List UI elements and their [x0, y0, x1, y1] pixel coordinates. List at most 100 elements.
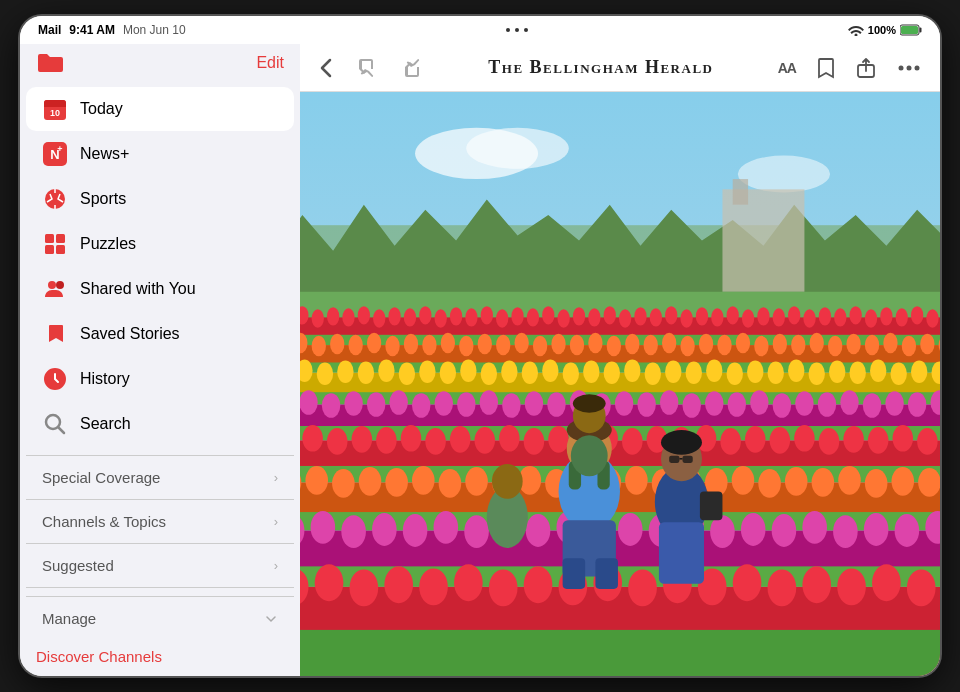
- notifications-email-link[interactable]: Notifications & Email: [20, 673, 300, 676]
- today-icon: 10: [42, 96, 68, 122]
- svg-point-53: [573, 307, 585, 325]
- svg-point-109: [791, 335, 805, 355]
- svg-point-141: [686, 361, 702, 384]
- article-area: The Bellingham Herald AA: [300, 44, 940, 676]
- svg-point-164: [435, 391, 453, 416]
- svg-point-209: [745, 426, 765, 453]
- svg-rect-5: [44, 104, 66, 107]
- manage-header[interactable]: Manage: [26, 596, 294, 640]
- svg-point-114: [883, 333, 897, 353]
- sidebar-header: Edit: [20, 44, 300, 86]
- wifi-icon: [848, 24, 864, 36]
- back-button[interactable]: [316, 54, 336, 82]
- svg-point-308: [661, 430, 702, 455]
- svg-point-222: [332, 469, 355, 498]
- sidebar-item-channels-topics[interactable]: Channels & Topics ›: [26, 499, 294, 543]
- more-options-button[interactable]: [894, 61, 924, 75]
- svg-point-145: [768, 361, 784, 384]
- svg-point-160: [344, 391, 362, 416]
- svg-point-211: [794, 425, 814, 452]
- svg-point-150: [870, 359, 886, 382]
- svg-point-283: [628, 569, 657, 606]
- svg-point-214: [868, 427, 888, 454]
- svg-rect-2: [901, 26, 918, 34]
- sidebar-item-puzzles[interactable]: Puzzles: [26, 222, 294, 266]
- svg-point-139: [645, 362, 661, 385]
- font-size-button[interactable]: AA: [774, 56, 800, 80]
- svg-point-168: [525, 391, 543, 416]
- svg-point-161: [367, 392, 385, 417]
- edit-button[interactable]: Edit: [256, 54, 284, 72]
- svg-point-304: [573, 394, 606, 412]
- publication-title: The Bellingham Herald: [488, 57, 713, 78]
- svg-rect-310: [682, 456, 692, 463]
- svg-point-237: [732, 466, 755, 495]
- sidebar-item-saved[interactable]: Saved Stories: [26, 312, 294, 356]
- svg-point-57: [634, 307, 646, 325]
- svg-point-140: [665, 360, 681, 383]
- svg-point-212: [819, 428, 839, 455]
- svg-rect-306: [659, 522, 704, 583]
- svg-point-126: [378, 359, 394, 382]
- svg-point-176: [705, 391, 723, 416]
- svg-point-67: [788, 306, 800, 324]
- svg-point-116: [920, 334, 934, 354]
- svg-point-90: [441, 333, 455, 353]
- svg-point-125: [358, 361, 374, 384]
- sidebar-item-today[interactable]: 10 Today: [26, 87, 294, 131]
- like-button[interactable]: [398, 53, 428, 83]
- svg-point-185: [908, 392, 926, 417]
- share-button[interactable]: [852, 53, 880, 83]
- sidebar-item-shared[interactable]: Shared with You: [26, 267, 294, 311]
- svg-point-266: [833, 515, 858, 548]
- svg-point-265: [802, 511, 827, 544]
- svg-point-135: [563, 362, 579, 385]
- dot1: [506, 28, 510, 32]
- svg-point-179: [773, 393, 791, 418]
- svg-point-239: [785, 467, 808, 496]
- sidebar-item-newsplus[interactable]: N + News+: [26, 132, 294, 176]
- svg-point-15: [48, 281, 56, 289]
- svg-point-38: [342, 308, 354, 326]
- sidebar-item-suggested[interactable]: Suggested ›: [26, 543, 294, 588]
- chevron-icon: ›: [274, 558, 278, 573]
- svg-point-162: [389, 390, 407, 415]
- svg-point-280: [524, 566, 553, 603]
- status-right: 100%: [848, 24, 922, 36]
- search-nav-icon: [42, 411, 68, 437]
- svg-point-182: [840, 390, 858, 415]
- svg-point-40: [373, 309, 385, 327]
- svg-point-51: [542, 306, 554, 324]
- discover-channels-link[interactable]: Discover Channels: [20, 640, 300, 673]
- svg-point-223: [359, 467, 382, 496]
- suggested-label: Suggested: [42, 557, 114, 574]
- dislike-button[interactable]: [352, 53, 382, 83]
- sidebar-item-history[interactable]: History: [26, 357, 294, 401]
- svg-point-97: [570, 335, 584, 355]
- sidebar-item-search[interactable]: Search: [26, 402, 294, 446]
- sidebar-item-sports[interactable]: Sports: [26, 177, 294, 221]
- article-toolbar: The Bellingham Herald AA: [300, 44, 940, 92]
- svg-point-286: [733, 564, 762, 601]
- chevron-down-icon: [264, 612, 278, 626]
- battery-level: 100%: [868, 24, 896, 36]
- svg-point-92: [478, 334, 492, 354]
- svg-point-216: [917, 428, 937, 455]
- svg-point-147: [809, 362, 825, 385]
- svg-point-104: [699, 334, 713, 354]
- bookmark-button[interactable]: [814, 53, 838, 83]
- sidebar-item-special-coverage[interactable]: Special Coverage ›: [26, 455, 294, 499]
- folder-icon[interactable]: [36, 52, 64, 74]
- dot3: [524, 28, 528, 32]
- svg-point-149: [850, 361, 866, 384]
- svg-point-172: [615, 391, 633, 416]
- svg-point-59: [665, 306, 677, 324]
- svg-point-275: [350, 569, 379, 606]
- svg-point-22: [898, 65, 903, 70]
- puzzles-icon: [42, 231, 68, 257]
- svg-point-175: [682, 393, 700, 418]
- svg-point-287: [768, 569, 797, 606]
- svg-point-241: [838, 466, 861, 495]
- history-icon: [42, 366, 68, 392]
- status-left: Mail 9:41 AM Mon Jun 10: [38, 23, 186, 37]
